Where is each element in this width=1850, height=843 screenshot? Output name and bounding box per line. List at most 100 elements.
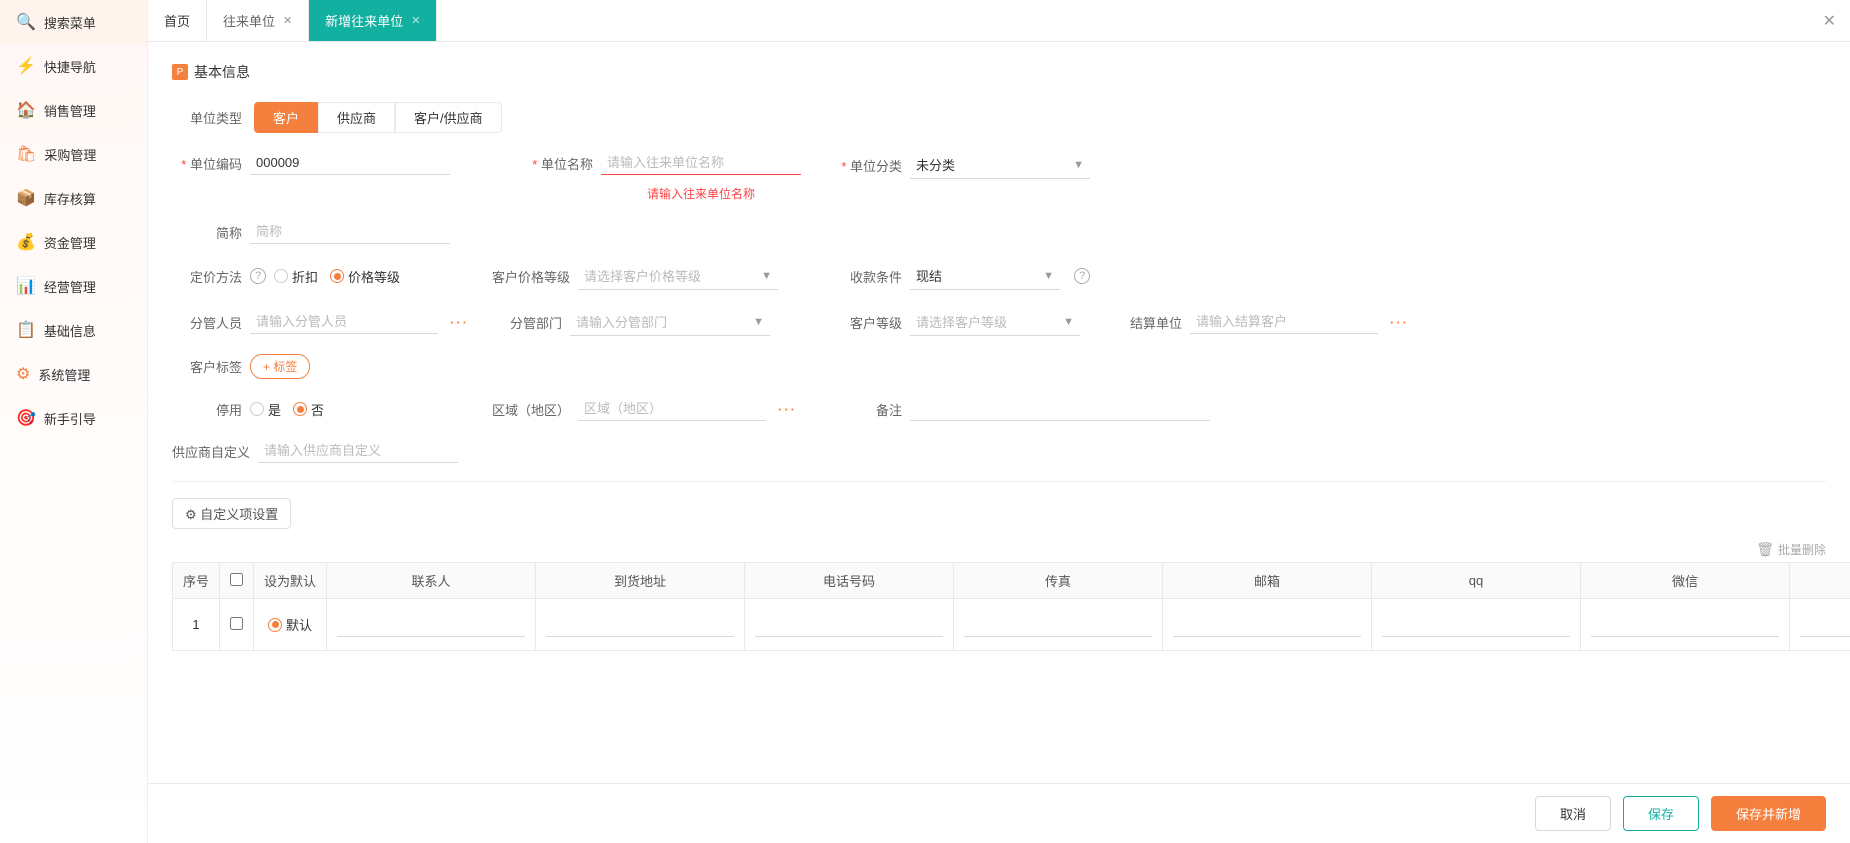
sidebar-item-label: 搜索菜单 <box>44 13 96 32</box>
row-wechat-input[interactable] <box>1591 613 1779 637</box>
payment-condition-select[interactable]: 现结 ▼ <box>910 262 1060 290</box>
payment-help-icon[interactable]: ? <box>1074 268 1090 284</box>
unit-code-label: * 单位编码 <box>172 154 242 173</box>
pricing-radio-group: 折扣 价格等级 <box>274 267 400 286</box>
select-all-checkbox[interactable] <box>230 573 243 586</box>
pricing-discount-radio[interactable]: 折扣 <box>274 267 318 286</box>
unit-type-row: 单位类型 客户 供应商 客户/供应商 <box>172 102 1826 133</box>
cancel-button[interactable]: 取消 <box>1535 796 1611 831</box>
row-address-input[interactable] <box>546 613 734 637</box>
form-content: P 基本信息 单位类型 客户 供应商 客户/供应商 * 单位编码 <box>148 42 1850 783</box>
unit-type-both-btn[interactable]: 客户/供应商 <box>395 102 502 133</box>
department-select[interactable]: 请输入分管部门 ▼ <box>570 308 770 336</box>
save-button[interactable]: 保存 <box>1623 796 1699 831</box>
disabled-yes-radio[interactable]: 是 <box>250 400 281 419</box>
col-checkbox <box>220 563 254 599</box>
tab-new-partner-close[interactable]: ✕ <box>411 14 420 27</box>
pricing-level-radio[interactable]: 价格等级 <box>330 267 400 286</box>
region-more-btn[interactable]: ··· <box>778 402 797 417</box>
disabled-region-remark-row: 停用 是 否 区域（地区） <box>172 397 1826 421</box>
tab-partners-label: 往来单位 <box>223 11 275 30</box>
short-name-label: 简称 <box>172 223 242 242</box>
pricing-help-icon[interactable]: ? <box>250 268 266 284</box>
manager-input[interactable] <box>250 310 438 334</box>
custom-settings-button[interactable]: ⚙ 自定义项设置 <box>172 498 291 529</box>
main-area: 首页 往来单位 ✕ 新增往来单位 ✕ ✕ P 基本信息 单位类型 客户 供应商 <box>148 0 1850 843</box>
row-qq-input[interactable] <box>1382 613 1570 637</box>
pricing-discount-label: 折扣 <box>292 267 318 286</box>
sidebar-item-operations[interactable]: 📊 经营管理 <box>0 264 147 308</box>
system-icon: ⚙ <box>16 364 30 384</box>
row-region-input[interactable] <box>1800 613 1850 637</box>
tag-row: 客户标签 + 标签 <box>172 354 1826 379</box>
quick-nav-icon: ⚡ <box>16 56 36 76</box>
sidebar-item-system[interactable]: ⚙ 系统管理 <box>0 352 147 396</box>
region-input[interactable] <box>578 397 766 421</box>
unit-type-supplier-btn[interactable]: 供应商 <box>318 102 395 133</box>
row-checkbox-cell <box>220 599 254 651</box>
sidebar-item-inventory[interactable]: 📦 库存核算 <box>0 176 147 220</box>
sidebar-item-quick-nav[interactable]: ⚡ 快捷导航 <box>0 44 147 88</box>
disabled-no-dot <box>297 406 304 413</box>
manager-label: 分管人员 <box>172 313 242 332</box>
tab-new-partner[interactable]: 新增往来单位 ✕ <box>309 0 437 41</box>
unit-category-select[interactable]: 未分类 ▼ <box>910 151 1090 179</box>
short-name-row: 简称 <box>172 220 1826 244</box>
batch-delete-label[interactable]: 批量删除 <box>1778 541 1826 558</box>
customer-price-level-select[interactable]: 请选择客户价格等级 ▼ <box>578 262 778 290</box>
customer-price-level-field: 客户价格等级 请选择客户价格等级 ▼ <box>492 262 832 290</box>
row-checkbox[interactable] <box>230 617 243 630</box>
row-contact-input[interactable] <box>337 613 525 637</box>
supplier-custom-row: 供应商自定义 <box>172 439 1826 463</box>
sidebar-item-label: 新手引导 <box>44 409 96 428</box>
col-fax: 传真 <box>954 563 1163 599</box>
sidebar-item-newbie[interactable]: 🎯 新手引导 <box>0 396 147 440</box>
settlement-unit-more-btn[interactable]: ··· <box>1390 315 1409 330</box>
tab-bar-close-button[interactable]: ✕ <box>1809 0 1850 41</box>
sidebar-item-label: 资金管理 <box>44 233 96 252</box>
unit-name-field: * 单位名称 请输入往来单位名称 <box>492 151 832 202</box>
sidebar-item-sales[interactable]: 🏠 销售管理 <box>0 88 147 132</box>
customer-level-select[interactable]: 请选择客户等级 ▼ <box>910 308 1080 336</box>
sidebar-item-purchase[interactable]: 🛍 采购管理 <box>0 132 147 176</box>
sidebar-item-search[interactable]: 🔍 搜索菜单 <box>0 0 147 44</box>
row-qq <box>1372 599 1581 651</box>
disabled-no-radio[interactable]: 否 <box>293 400 324 419</box>
unit-code-input[interactable] <box>250 151 450 175</box>
payment-condition-field: 收款条件 现结 ▼ ? <box>832 262 1112 290</box>
disabled-field: 停用 是 否 <box>172 400 492 419</box>
supplier-custom-label: 供应商自定义 <box>172 442 250 461</box>
department-placeholder: 请输入分管部门 <box>576 312 753 331</box>
tab-bar: 首页 往来单位 ✕ 新增往来单位 ✕ ✕ <box>148 0 1850 42</box>
disabled-yes-label: 是 <box>268 400 281 419</box>
row-email-input[interactable] <box>1173 613 1361 637</box>
tab-partners-close[interactable]: ✕ <box>283 14 292 27</box>
unit-name-input[interactable] <box>601 151 801 175</box>
tab-partners[interactable]: 往来单位 ✕ <box>207 0 309 41</box>
settlement-unit-label: 结算单位 <box>1112 313 1182 332</box>
tab-new-partner-label: 新增往来单位 <box>325 11 403 30</box>
row-default-radio[interactable]: 默认 <box>264 615 316 634</box>
settlement-unit-input[interactable] <box>1190 310 1378 334</box>
tab-home[interactable]: 首页 <box>148 0 207 41</box>
sidebar-item-finance[interactable]: 💰 资金管理 <box>0 220 147 264</box>
remark-label: 备注 <box>832 400 902 419</box>
row-phone-input[interactable] <box>755 613 943 637</box>
sidebar-item-label: 采购管理 <box>44 145 96 164</box>
unit-type-customer-btn[interactable]: 客户 <box>254 102 318 133</box>
col-default: 设为默认 <box>254 563 327 599</box>
save-and-new-button[interactable]: 保存并新增 <box>1711 796 1826 831</box>
short-name-field: 简称 <box>172 220 450 244</box>
sidebar-item-basic-info[interactable]: 📋 基础信息 <box>0 308 147 352</box>
region-label: 区域（地区） <box>492 400 570 419</box>
remark-input[interactable] <box>910 397 1210 421</box>
add-tag-button[interactable]: + 标签 <box>250 354 310 379</box>
pricing-level-label: 价格等级 <box>348 267 400 286</box>
short-name-input[interactable] <box>250 220 450 244</box>
row-fax-input[interactable] <box>964 613 1152 637</box>
customer-level-placeholder: 请选择客户等级 <box>916 312 1063 331</box>
manager-more-btn[interactable]: ··· <box>450 315 469 330</box>
supplier-custom-input[interactable] <box>258 439 458 463</box>
unit-code-field: * 单位编码 <box>172 151 492 175</box>
payment-condition-label: 收款条件 <box>832 267 902 286</box>
